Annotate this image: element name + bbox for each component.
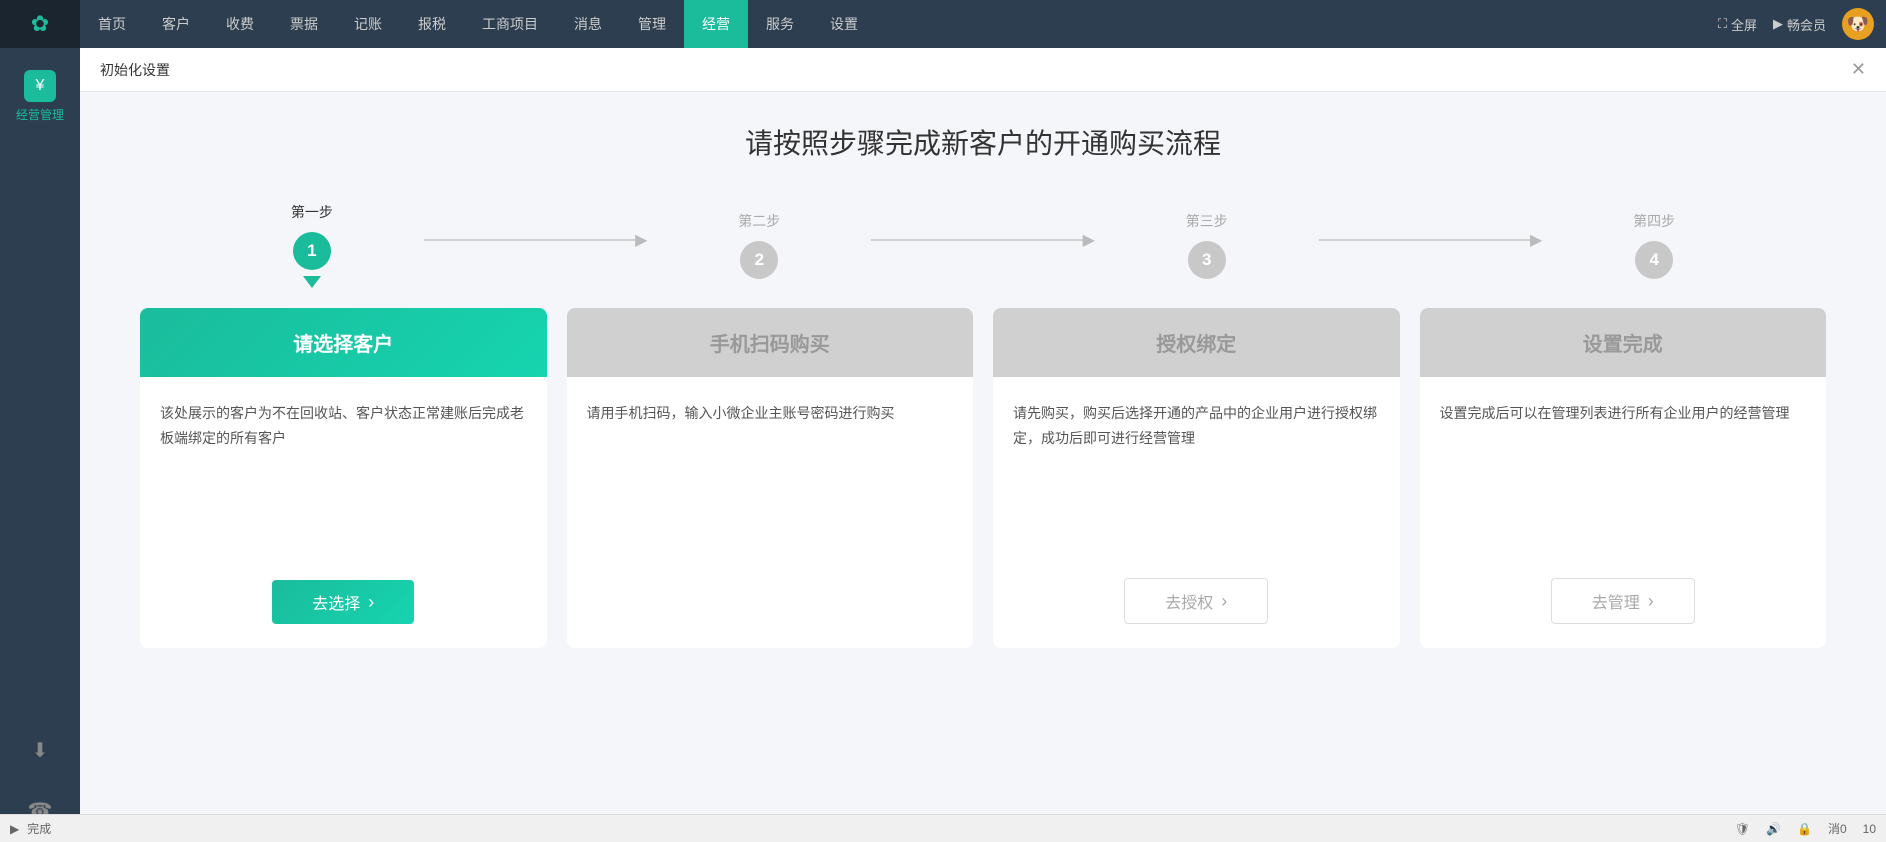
card-2-header: 手机扫码购买 — [567, 308, 974, 377]
app-logo: ✿ — [31, 11, 49, 37]
connector-1: ▶ — [424, 230, 648, 260]
card-3-btn-arrow: › — [1221, 591, 1227, 612]
user-avatar[interactable]: 🐶 — [1842, 8, 1874, 40]
nav-item-首页[interactable]: 首页 — [80, 0, 144, 48]
top-nav: ✿ 首页客户收费票据记账报税工商项目消息管理经营服务设置 ⛶ 全屏 ▶ 畅会员 … — [0, 0, 1886, 48]
step-1-label: 第一步 — [291, 202, 333, 222]
management-icon: ¥ — [24, 70, 56, 102]
card-4-header: 设置完成 — [1420, 308, 1827, 377]
nav-item-记账[interactable]: 记账 — [336, 0, 400, 48]
arrow-3-head: ▶ — [1530, 230, 1542, 250]
nav-item-管理[interactable]: 管理 — [620, 0, 684, 48]
step-1-arrow-down — [303, 276, 321, 288]
step-3-label: 第三步 — [1186, 211, 1228, 231]
nav-item-报税[interactable]: 报税 — [400, 0, 464, 48]
connector-3: ▶ — [1319, 230, 1543, 260]
nav-item-工商项目[interactable]: 工商项目 — [464, 0, 556, 48]
card-2-footer — [567, 608, 974, 648]
page-header: 初始化设置 ✕ — [80, 48, 1886, 92]
download-icon: ⬇ — [24, 734, 56, 766]
card-1-btn-arrow: › — [368, 592, 374, 613]
close-button[interactable]: ✕ — [1851, 59, 1866, 80]
sidebar: ¥ 经营管理 ⬇ ☎ — [0, 48, 80, 842]
step-2-circle: 2 — [740, 241, 778, 279]
card-3-btn[interactable]: 去授权 › — [1124, 578, 1268, 624]
step-2: 第二步 2 — [647, 211, 871, 279]
step-4-circle: 4 — [1635, 241, 1673, 279]
status-text: 完成 — [27, 820, 51, 837]
sidebar-item-management[interactable]: ¥ 经营管理 — [0, 58, 80, 135]
card-3-header: 授权绑定 — [993, 308, 1400, 377]
card-1-header: 请选择客户 — [140, 308, 547, 377]
step-1: 第一步 1 — [200, 202, 424, 288]
steps-progress: 第一步 1 ▶ 第二步 2 ▶ 第三步 3 — [140, 202, 1826, 288]
card-3-body: 请先购买，购买后选择开通的产品中的企业用户进行授权绑定，成功后即可进行经营管理 — [993, 377, 1400, 562]
status-play-icon: ▶ — [10, 822, 19, 836]
nav-item-经营[interactable]: 经营 — [684, 0, 748, 48]
sidebar-item-download[interactable]: ⬇ — [0, 722, 80, 782]
card-1-body: 该处展示的客户为不在回收站、客户状态正常建账后完成老板端绑定的所有客户 — [140, 377, 547, 564]
fullscreen-btn[interactable]: ⛶ 全屏 — [1718, 15, 1757, 34]
volume-icon: 🔊 — [1766, 822, 1781, 836]
arrow-2-head: ▶ — [1083, 230, 1095, 250]
step-3-circle: 3 — [1188, 241, 1226, 279]
arrow-1-head: ▶ — [635, 230, 647, 250]
status-bar: ▶ 完成 🛡 🔊 🔒 消0 10 — [0, 814, 1886, 842]
notification-count: 10 — [1863, 822, 1876, 836]
step-3: 第三步 3 — [1095, 211, 1319, 279]
card-4-footer: 去管理 › — [1420, 562, 1827, 648]
nav-items: 首页客户收费票据记账报税工商项目消息管理经营服务设置 — [80, 0, 876, 48]
cards-row: 请选择客户 该处展示的客户为不在回收站、客户状态正常建账后完成老板端绑定的所有客… — [140, 308, 1826, 648]
step-4-label: 第四步 — [1633, 211, 1675, 231]
card-3-footer: 去授权 › — [993, 562, 1400, 648]
main-content: 初始化设置 ✕ 请按照步骤完成新客户的开通购买流程 第一步 1 ▶ 第二步 2 — [80, 48, 1886, 814]
card-1-btn[interactable]: 去选择 › — [272, 580, 414, 624]
step-2-label: 第二步 — [738, 211, 780, 231]
card-2: 手机扫码购买 请用手机扫码，输入小微企业主账号密码进行购买 — [567, 308, 974, 648]
card-4-body: 设置完成后可以在管理列表进行所有企业用户的经营管理 — [1420, 377, 1827, 562]
step-4: 第四步 4 — [1542, 211, 1766, 279]
setup-container: 请按照步骤完成新客户的开通购买流程 第一步 1 ▶ 第二步 2 ▶ — [80, 92, 1886, 678]
nav-item-服务[interactable]: 服务 — [748, 0, 812, 48]
page-title: 初始化设置 — [100, 60, 170, 80]
message-count: 消0 — [1828, 820, 1847, 837]
card-2-body: 请用手机扫码，输入小微企业主账号密码进行购买 — [567, 377, 974, 608]
lock-icon: 🔒 — [1797, 822, 1812, 836]
nav-item-设置[interactable]: 设置 — [812, 0, 876, 48]
connector-2: ▶ — [871, 230, 1095, 260]
top-nav-right: ⛶ 全屏 ▶ 畅会员 🐶 — [1718, 8, 1886, 40]
card-4-btn-arrow: › — [1648, 591, 1654, 612]
nav-item-收费[interactable]: 收费 — [208, 0, 272, 48]
card-4-btn[interactable]: 去管理 › — [1551, 578, 1695, 624]
setup-title: 请按照步骤完成新客户的开通购买流程 — [140, 122, 1826, 162]
fullscreen-icon: ⛶ — [1718, 16, 1727, 32]
card-3: 授权绑定 请先购买，购买后选择开通的产品中的企业用户进行授权绑定，成功后即可进行… — [993, 308, 1400, 648]
card-4: 设置完成 设置完成后可以在管理列表进行所有企业用户的经营管理 去管理 › — [1420, 308, 1827, 648]
nav-item-客户[interactable]: 客户 — [144, 0, 208, 48]
nav-item-消息[interactable]: 消息 — [556, 0, 620, 48]
card-1-footer: 去选择 › — [140, 564, 547, 648]
nav-item-票据[interactable]: 票据 — [272, 0, 336, 48]
status-bar-right: 🛡 🔊 🔒 消0 10 — [1735, 820, 1876, 837]
card-1: 请选择客户 该处展示的客户为不在回收站、客户状态正常建账后完成老板端绑定的所有客… — [140, 308, 547, 648]
member-btn[interactable]: ▶ 畅会员 — [1773, 15, 1826, 34]
shield-icon: 🛡 — [1735, 822, 1750, 836]
play-icon: ▶ — [1773, 16, 1783, 32]
step-1-circle: 1 — [293, 232, 331, 270]
